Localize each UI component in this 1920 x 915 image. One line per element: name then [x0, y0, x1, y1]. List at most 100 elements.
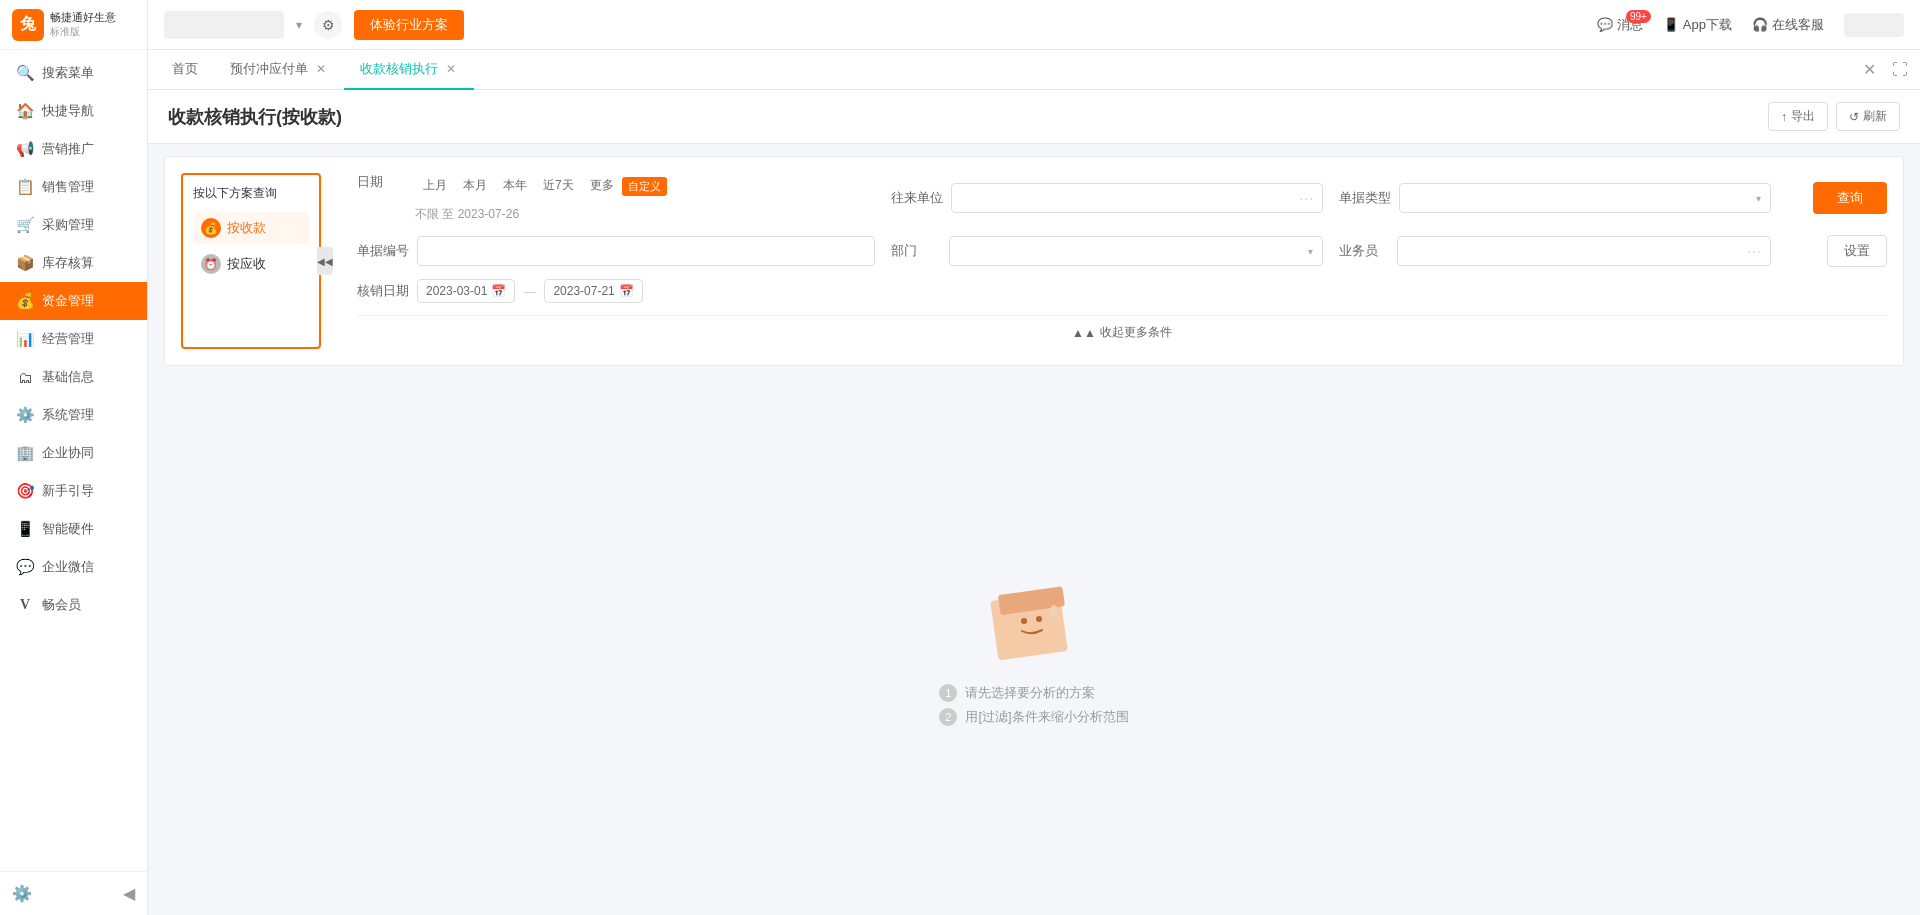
purchase-icon: 🛒: [16, 216, 34, 234]
sidebar-collapse-btn[interactable]: ◀: [123, 884, 135, 903]
sidebar-item-wechat-biz[interactable]: 💬 企业微信: [0, 548, 147, 586]
sidebar: 兔 畅捷通好生意 标准版 🔍 搜索菜单 🏠 快捷导航 📢 营销推广 📋 销售管理…: [0, 0, 148, 915]
app-name: 畅捷通好生意: [50, 10, 116, 24]
empty-state: 1 请先选择要分析的方案 2 用[过滤]条件来缩小分析范围: [148, 366, 1920, 915]
filter-panel: 按以下方案查询 💰 按收款 ⏰ 按应收 ◀◀ 日期: [164, 156, 1904, 366]
sidebar-item-purchase[interactable]: 🛒 采购管理: [0, 206, 147, 244]
settings-gear-icon[interactable]: ⚙️: [12, 884, 32, 903]
header-gear-btn[interactable]: ⚙: [314, 11, 342, 39]
filter-row-1: 日期 上月 本月 本年 近7天 更多 自定义 不限 至 20: [357, 173, 1887, 223]
app-download-btn[interactable]: 📱 App下载: [1663, 16, 1732, 34]
filter-collapse-btn[interactable]: ◀◀: [317, 247, 333, 275]
sidebar-item-sales[interactable]: 📋 销售管理: [0, 168, 147, 206]
enterprise-icon: 🏢: [16, 444, 34, 462]
more-option[interactable]: 更多: [582, 173, 622, 200]
sidebar-item-inventory[interactable]: 📦 库存核算: [0, 244, 147, 282]
tab-prepay[interactable]: 预付冲应付单 ✕: [214, 50, 344, 90]
guide-icon: 🎯: [16, 482, 34, 500]
svg-point-2: [1021, 618, 1027, 624]
logo-icon: 兔: [12, 9, 44, 41]
refresh-btn[interactable]: ↺ 刷新: [1836, 102, 1900, 131]
writeoff-date-label: 核销日期: [357, 282, 409, 300]
user-avatar[interactable]: [1844, 13, 1904, 37]
sidebar-item-marketing[interactable]: 📢 营销推广: [0, 130, 147, 168]
query-btn[interactable]: 查询: [1813, 182, 1887, 214]
sidebar-item-guide[interactable]: 🎯 新手引导: [0, 472, 147, 510]
calendar-end-icon: 📅: [619, 284, 634, 298]
tab-home-label: 首页: [172, 60, 198, 78]
filter-option-receivable[interactable]: ⏰ 按应收: [193, 248, 309, 280]
date-quick-options: 上月 本月 本年 近7天 更多 自定义: [415, 173, 667, 200]
page-title-bar: 收款核销执行(按收款) ↑ 导出 ↺ 刷新: [148, 90, 1920, 144]
department-field: 部门 ▾: [891, 236, 1323, 266]
filter-form: 日期 上月 本月 本年 近7天 更多 自定义 不限 至 20: [341, 173, 1887, 349]
home-icon: 🏠: [16, 102, 34, 120]
tab-collection[interactable]: 收款核销执行 ✕: [344, 50, 474, 90]
page-actions: ↑ 导出 ↺ 刷新: [1768, 102, 1900, 131]
tab-collection-label: 收款核销执行: [360, 60, 438, 78]
counterparty-input[interactable]: ···: [951, 183, 1323, 213]
tab-close-all-btn[interactable]: ✕: [1859, 56, 1880, 83]
last-month-option[interactable]: 上月: [415, 173, 455, 200]
writeoff-date-start[interactable]: 2023-03-01 📅: [417, 279, 515, 303]
doc-type-label: 单据类型: [1339, 189, 1391, 207]
doc-number-label: 单据编号: [357, 242, 409, 260]
svg-point-3: [1036, 616, 1042, 622]
page-title: 收款核销执行(按收款): [168, 105, 342, 129]
service-icon: 🎧: [1752, 17, 1768, 32]
custom-date-badge[interactable]: 自定义: [622, 177, 667, 196]
sidebar-item-label: 销售管理: [42, 178, 94, 196]
sidebar-item-label: 企业微信: [42, 558, 94, 576]
filter-sidebar: 按以下方案查询 💰 按收款 ⏰ 按应收 ◀◀: [181, 173, 321, 349]
main-area: ▾ ⚙ 体验行业方案 💬 消息 99+ 📱 App下载 🎧 在线客服 首页: [148, 0, 1920, 915]
sidebar-item-enterprise[interactable]: 🏢 企业协同: [0, 434, 147, 472]
smart-hw-icon: 📱: [16, 520, 34, 538]
sidebar-item-label: 畅会员: [42, 596, 81, 614]
message-btn[interactable]: 💬 消息 99+: [1597, 16, 1643, 34]
tab-prepay-close[interactable]: ✕: [314, 62, 328, 76]
export-btn[interactable]: ↑ 导出: [1768, 102, 1828, 131]
app-version: 标准版: [50, 25, 116, 39]
writeoff-date-end[interactable]: 2023-07-21 📅: [544, 279, 642, 303]
doc-number-input[interactable]: [417, 236, 875, 266]
mobile-icon: 📱: [1663, 17, 1679, 32]
sidebar-item-label: 搜索菜单: [42, 64, 94, 82]
sidebar-item-label: 资金管理: [42, 292, 94, 310]
sidebar-item-quick-nav[interactable]: 🏠 快捷导航: [0, 92, 147, 130]
doc-type-select[interactable]: ▾: [1399, 183, 1771, 213]
salesperson-dots-icon: ···: [1747, 243, 1762, 259]
sidebar-item-label: 快捷导航: [42, 102, 94, 120]
filter-option-receipt[interactable]: 💰 按收款: [193, 212, 309, 244]
tab-home[interactable]: 首页: [156, 50, 214, 90]
sidebar-item-basics[interactable]: 🗂 基础信息: [0, 358, 147, 396]
collapse-more-btn[interactable]: ▲▲ 收起更多条件: [357, 315, 1887, 349]
salesperson-input[interactable]: ···: [1397, 236, 1771, 266]
wechat-biz-icon: 💬: [16, 558, 34, 576]
refresh-label: 刷新: [1863, 108, 1887, 125]
this-year-option[interactable]: 本年: [495, 173, 535, 200]
tab-expand-btn[interactable]: ⛶: [1888, 57, 1912, 83]
last-7days-option[interactable]: 近7天: [535, 173, 582, 200]
tab-collection-close[interactable]: ✕: [444, 62, 458, 76]
online-service-btn[interactable]: 🎧 在线客服: [1752, 16, 1824, 34]
empty-steps: 1 请先选择要分析的方案 2 用[过滤]条件来缩小分析范围: [939, 684, 1128, 726]
sidebar-item-label: 基础信息: [42, 368, 94, 386]
sidebar-item-smart-hw[interactable]: 📱 智能硬件: [0, 510, 147, 548]
sidebar-item-label: 企业协同: [42, 444, 94, 462]
collapse-more-label: 收起更多条件: [1100, 324, 1172, 341]
vip-icon: V: [16, 597, 34, 613]
sidebar-item-business[interactable]: 📊 经营管理: [0, 320, 147, 358]
sidebar-item-vip[interactable]: V 畅会员: [0, 586, 147, 624]
step1-num: 1: [939, 684, 957, 702]
writeoff-start-value: 2023-03-01: [426, 284, 487, 298]
sidebar-item-search[interactable]: 🔍 搜索菜单: [0, 54, 147, 92]
header-chevron-icon[interactable]: ▾: [296, 18, 302, 32]
top-header: ▾ ⚙ 体验行业方案 💬 消息 99+ 📱 App下载 🎧 在线客服: [148, 0, 1920, 50]
sidebar-item-system[interactable]: ⚙️ 系统管理: [0, 396, 147, 434]
setting-btn[interactable]: 设置: [1827, 235, 1887, 267]
industry-solution-btn[interactable]: 体验行业方案: [354, 10, 464, 40]
department-select[interactable]: ▾: [949, 236, 1323, 266]
this-month-option[interactable]: 本月: [455, 173, 495, 200]
step2-text: 用[过滤]条件来缩小分析范围: [965, 708, 1128, 726]
sidebar-item-finance[interactable]: 💰 资金管理: [0, 282, 147, 320]
